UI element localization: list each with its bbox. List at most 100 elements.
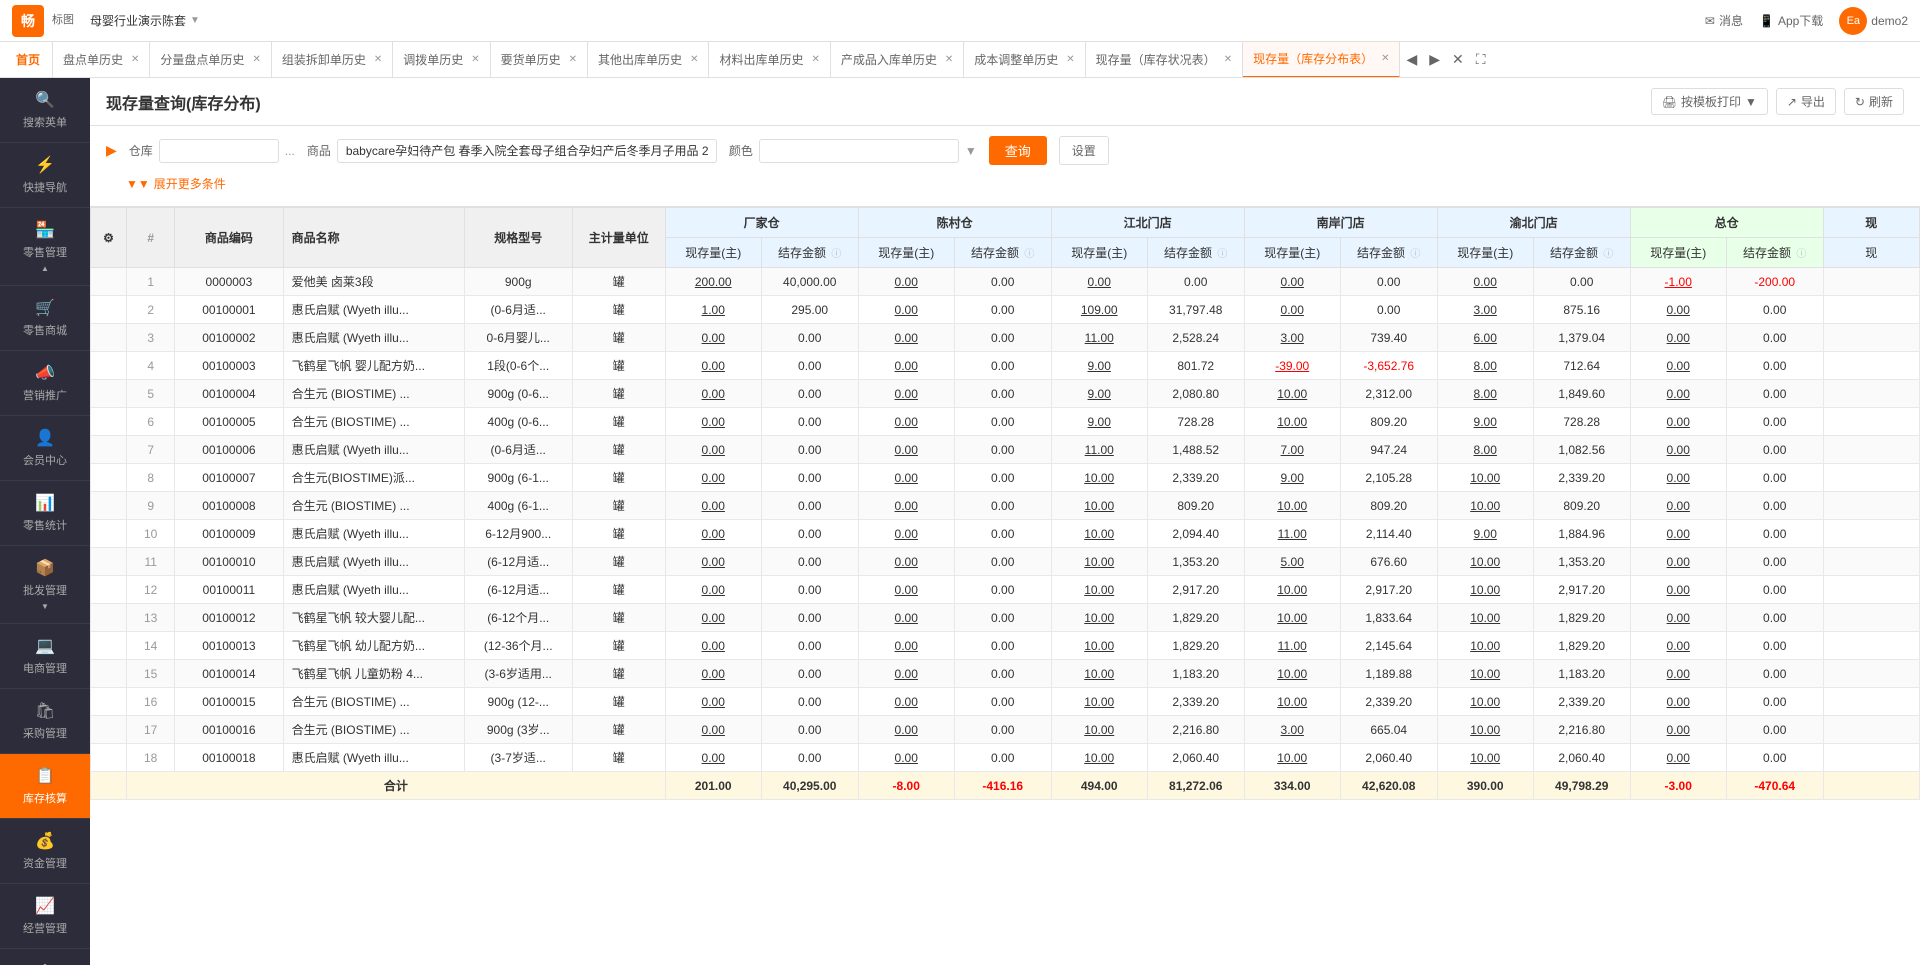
col-yubei-qty[interactable]: 9.00 (1437, 520, 1533, 548)
message-btn[interactable]: ✉ 消息 (1705, 12, 1743, 29)
col-nanan-qty[interactable]: 0.00 (1244, 268, 1340, 296)
tab-close-all-btn[interactable]: ✕ (1446, 51, 1470, 68)
col-nanan-qty[interactable]: 10.00 (1244, 688, 1340, 716)
sidebar-item-wholesale[interactable]: 📦 批发管理 ▼ (0, 546, 90, 624)
col-chen-qty[interactable]: 0.00 (858, 632, 954, 660)
col-nanan-qty[interactable]: 0.00 (1244, 296, 1340, 324)
col-yubei-qty[interactable]: 0.00 (1437, 268, 1533, 296)
col-jiangbei-qty[interactable]: 11.00 (1051, 324, 1147, 352)
col-yubei-qty[interactable]: 10.00 (1437, 660, 1533, 688)
close-icon[interactable]: ✕ (811, 54, 819, 65)
col-nanan-qty[interactable]: 10.00 (1244, 576, 1340, 604)
company-selector[interactable]: 母婴行业演示陈套 ▼ (90, 12, 200, 29)
tab-prev-btn[interactable]: ◀ (1400, 51, 1423, 68)
warehouse-input[interactable] (159, 139, 279, 163)
col-total-qty[interactable]: 0.00 (1630, 464, 1726, 492)
col-jiangbei-qty[interactable]: 10.00 (1051, 548, 1147, 576)
col-factory-qty[interactable]: 0.00 (665, 408, 761, 436)
warehouse-dots[interactable]: ... (285, 144, 295, 158)
col-total-qty[interactable]: 0.00 (1630, 576, 1726, 604)
tab-3[interactable]: 组装拆卸单历史 ✕ (272, 42, 393, 78)
col-chen-qty[interactable]: 0.00 (858, 352, 954, 380)
col-chen-qty[interactable]: 0.00 (858, 548, 954, 576)
col-yubei-qty[interactable]: 8.00 (1437, 436, 1533, 464)
close-icon[interactable]: ✕ (945, 54, 953, 65)
close-icon[interactable]: ✕ (690, 54, 698, 65)
col-factory-qty[interactable]: 200.00 (665, 268, 761, 296)
col-chen-qty[interactable]: 0.00 (858, 380, 954, 408)
col-yubei-qty[interactable]: 3.00 (1437, 296, 1533, 324)
col-chen-qty[interactable]: 0.00 (858, 408, 954, 436)
sidebar-item-retail-mall[interactable]: 🛒 零售商城 (0, 286, 90, 351)
tab-7[interactable]: 材料出库单历史 ✕ (709, 42, 830, 78)
user-area[interactable]: Ea demo2 (1839, 7, 1908, 35)
col-factory-qty[interactable]: 0.00 (665, 716, 761, 744)
col-chen-qty[interactable]: 0.00 (858, 660, 954, 688)
col-nanan-qty[interactable]: 11.00 (1244, 632, 1340, 660)
col-factory-qty[interactable]: 0.00 (665, 436, 761, 464)
sidebar-item-search[interactable]: 🔍 搜索英单 (0, 78, 90, 143)
tab-9[interactable]: 成本调整单历史 ✕ (964, 42, 1085, 78)
col-yubei-qty[interactable]: 6.00 (1437, 324, 1533, 352)
sidebar-item-retail-manage[interactable]: 🏪 零售管理 ▲ (0, 208, 90, 286)
col-yubei-qty[interactable]: 10.00 (1437, 492, 1533, 520)
col-total-qty[interactable]: 0.00 (1630, 604, 1726, 632)
app-download-btn[interactable]: 📱 App下载 (1759, 12, 1823, 29)
col-yubei-qty[interactable]: 10.00 (1437, 548, 1533, 576)
sidebar-item-finance[interactable]: 💰 资金管理 (0, 819, 90, 884)
col-total-qty[interactable]: 0.00 (1630, 632, 1726, 660)
close-icon[interactable]: ✕ (471, 54, 479, 65)
info-icon[interactable]: ⓘ (1796, 249, 1806, 260)
sidebar-item-purchase[interactable]: 🛍 采购管理 (0, 689, 90, 754)
col-factory-qty[interactable]: 0.00 (665, 380, 761, 408)
color-dropdown-icon[interactable]: ▼ (965, 144, 977, 158)
col-factory-qty[interactable]: 0.00 (665, 464, 761, 492)
col-nanan-qty[interactable]: 10.00 (1244, 408, 1340, 436)
col-chen-qty[interactable]: 0.00 (858, 688, 954, 716)
col-jiangbei-qty[interactable]: 10.00 (1051, 716, 1147, 744)
col-chen-qty[interactable]: 0.00 (858, 716, 954, 744)
col-nanan-qty[interactable]: 10.00 (1244, 380, 1340, 408)
col-yubei-qty[interactable]: 8.00 (1437, 352, 1533, 380)
col-yubei-qty[interactable]: 10.00 (1437, 744, 1533, 772)
close-icon[interactable]: ✕ (131, 54, 139, 65)
col-jiangbei-qty[interactable]: 10.00 (1051, 576, 1147, 604)
info-icon[interactable]: ⓘ (1217, 249, 1227, 260)
col-chen-qty[interactable]: 0.00 (858, 296, 954, 324)
sidebar-item-basic-info[interactable]: ℹ 基础信息 (0, 949, 90, 965)
setting-btn[interactable]: 设置 (1059, 136, 1109, 165)
refresh-btn[interactable]: ↻ 刷新 (1844, 88, 1904, 115)
col-nanan-qty[interactable]: 10.00 (1244, 492, 1340, 520)
col-factory-qty[interactable]: 0.00 (665, 548, 761, 576)
tab-next-btn[interactable]: ▶ (1423, 51, 1446, 68)
tab-8[interactable]: 产成品入库单历史 ✕ (831, 42, 964, 78)
export-btn[interactable]: ↗ 导出 (1776, 88, 1836, 115)
col-factory-qty[interactable]: 0.00 (665, 492, 761, 520)
color-input[interactable] (759, 139, 959, 163)
sidebar-item-operations[interactable]: 📈 经营管理 (0, 884, 90, 949)
tab-6[interactable]: 其他出库单历史 ✕ (588, 42, 709, 78)
col-total-qty[interactable]: 0.00 (1630, 548, 1726, 576)
col-yubei-qty[interactable]: 9.00 (1437, 408, 1533, 436)
col-total-qty[interactable]: 0.00 (1630, 660, 1726, 688)
info-icon[interactable]: ⓘ (1410, 249, 1420, 260)
col-total-qty[interactable]: 0.00 (1630, 296, 1726, 324)
col-jiangbei-qty[interactable]: 109.00 (1051, 296, 1147, 324)
col-nanan-qty[interactable]: 10.00 (1244, 744, 1340, 772)
col-yubei-qty[interactable]: 10.00 (1437, 464, 1533, 492)
sidebar-item-marketing[interactable]: 📣 营销推广 (0, 351, 90, 416)
close-icon[interactable]: ✕ (569, 54, 577, 65)
col-total-qty[interactable]: 0.00 (1630, 408, 1726, 436)
col-factory-qty[interactable]: 0.00 (665, 520, 761, 548)
col-total-qty[interactable]: 0.00 (1630, 352, 1726, 380)
col-total-qty[interactable]: 0.00 (1630, 688, 1726, 716)
col-chen-qty[interactable]: 0.00 (858, 576, 954, 604)
col-total-qty[interactable]: 0.00 (1630, 436, 1726, 464)
col-nanan-qty[interactable]: 3.00 (1244, 716, 1340, 744)
col-yubei-qty[interactable]: 10.00 (1437, 576, 1533, 604)
tab-5[interactable]: 要货单历史 ✕ (491, 42, 588, 78)
info-icon[interactable]: ⓘ (831, 249, 841, 260)
close-icon[interactable]: ✕ (1224, 54, 1232, 65)
col-jiangbei-qty[interactable]: 9.00 (1051, 380, 1147, 408)
col-yubei-qty[interactable]: 10.00 (1437, 632, 1533, 660)
